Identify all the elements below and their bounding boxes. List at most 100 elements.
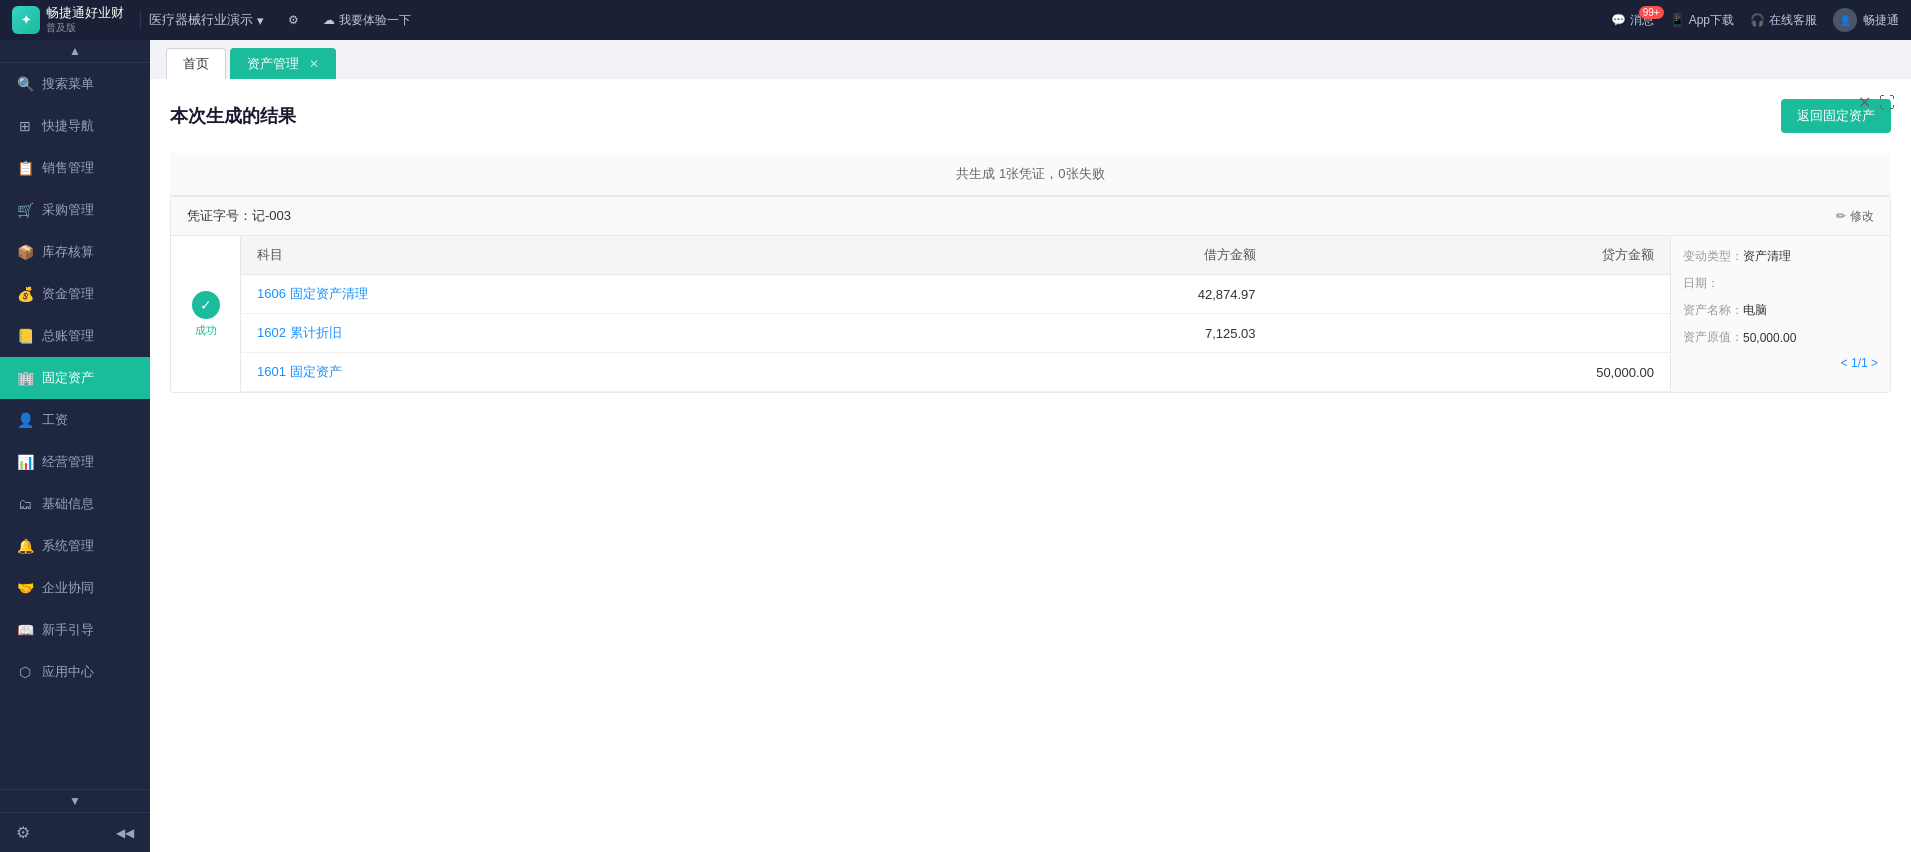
app-download-label: App下载 (1689, 12, 1734, 29)
sidebar-item-finance[interactable]: 💰 资金管理 (0, 273, 150, 315)
asset-name-label: 资产名称： (1683, 302, 1743, 319)
app-download-action[interactable]: 📱 App下载 (1670, 12, 1734, 29)
sidebar-item-business[interactable]: 📊 经营管理 (0, 441, 150, 483)
tab-home[interactable]: 首页 (166, 48, 226, 79)
pagination-next-icon[interactable]: > (1871, 356, 1878, 370)
online-service-action[interactable]: 🎧 在线客服 (1750, 12, 1817, 29)
avatar: 👤 (1833, 8, 1857, 32)
sidebar-item-label: 库存核算 (42, 243, 94, 261)
expand-panel-btn[interactable]: ⛶ (1879, 95, 1895, 111)
sidebar-item-system[interactable]: 🔔 系统管理 (0, 525, 150, 567)
edit-voucher-button[interactable]: ✏ 修改 (1836, 208, 1874, 225)
message-action[interactable]: 💬 消息 99+ (1611, 12, 1654, 29)
tab-close-icon[interactable]: ✕ (309, 57, 319, 71)
credit-cell-1606 (1272, 275, 1670, 314)
sidebar-item-purchase[interactable]: 🛒 采购管理 (0, 189, 150, 231)
subject-link-1606[interactable]: 1606 固定资产清理 (257, 286, 368, 301)
asset-value-row: 资产原值： 50,000.00 (1683, 329, 1878, 346)
app-center-icon: ⬡ (16, 664, 34, 680)
sidebar-item-quick-nav[interactable]: ⊞ 快捷导航 (0, 105, 150, 147)
date-row: 日期： (1683, 275, 1878, 292)
summary-text: 共生成 1张凭证，0张失败 (956, 166, 1104, 181)
tab-asset-mgmt[interactable]: 资产管理 ✕ (230, 48, 336, 79)
success-indicator: ✓ 成功 (192, 291, 220, 338)
sidebar-item-label: 系统管理 (42, 537, 94, 555)
side-info-panel: 变动类型： 资产清理 日期： 资产名称： 电脑 资产原值： (1670, 236, 1890, 392)
sidebar-item-label: 工资 (42, 411, 68, 429)
brand-icon: ✦ (12, 6, 40, 34)
user-info[interactable]: 👤 畅捷通 (1833, 8, 1899, 32)
col-debit: 借方金额 (873, 236, 1271, 275)
sidebar-item-label: 基础信息 (42, 495, 94, 513)
basic-info-icon: 🗂 (16, 496, 34, 512)
username: 畅捷通 (1863, 12, 1899, 29)
message-badge: 99+ (1639, 6, 1664, 19)
home-icon: ⊞ (16, 118, 34, 134)
scroll-down-icon[interactable]: ▼ (69, 794, 81, 808)
sidebar-item-payroll[interactable]: 👤 工资 (0, 399, 150, 441)
date-label: 日期： (1683, 275, 1743, 292)
table-with-icon: ✓ 成功 科目 借方金额 贷方金额 (171, 236, 1670, 392)
credit-cell-1601: 50,000.00 (1272, 353, 1670, 392)
experience-btn[interactable]: ☁ 我要体验一下 (315, 8, 419, 33)
credit-cell-1602 (1272, 314, 1670, 353)
sidebar-item-app-center[interactable]: ⬡ 应用中心 (0, 651, 150, 693)
tab-home-label: 首页 (183, 56, 209, 71)
settings-footer-icon[interactable]: ⚙ (16, 823, 30, 842)
status-icon-col: ✓ 成功 (171, 236, 241, 392)
header-left: ✦ 畅捷通好业财 普及版 医疗器械行业演示 ▾ ⚙ ☁ 我要体验一下 (12, 5, 419, 35)
subject-link-1601[interactable]: 1601 固定资产 (257, 364, 342, 379)
purchase-icon: 🛒 (16, 202, 34, 218)
debit-cell-1601 (873, 353, 1271, 392)
collapse-sidebar-btn[interactable]: ◀◀ (116, 826, 134, 840)
top-header: ✦ 畅捷通好业财 普及版 医疗器械行业演示 ▾ ⚙ ☁ 我要体验一下 💬 消息 … (0, 0, 1911, 40)
main-layout: ▲ 🔍 搜索菜单 ⊞ 快捷导航 📋 销售管理 🛒 采购管理 📦 库存核算 (0, 40, 1911, 852)
inventory-icon: 📦 (16, 244, 34, 260)
asset-value-label: 资产原值： (1683, 329, 1743, 346)
page-header: 本次生成的结果 返回固定资产 (170, 99, 1891, 133)
change-type-label: 变动类型： (1683, 248, 1743, 265)
side-pagination[interactable]: < 1/1 > (1683, 356, 1878, 370)
brand-logo: ✦ 畅捷通好业财 普及版 (12, 5, 124, 35)
sidebar-item-label: 固定资产 (42, 369, 94, 387)
sidebar-item-sales[interactable]: 📋 销售管理 (0, 147, 150, 189)
table-main: 科目 借方金额 贷方金额 1606 固定资产清理 42,874.97 (241, 236, 1670, 392)
edit-icon: ✏ (1836, 209, 1846, 223)
search-icon: 🔍 (16, 76, 34, 92)
sidebar-item-guide[interactable]: 📖 新手引导 (0, 609, 150, 651)
debit-cell-1602: 7,125.03 (873, 314, 1271, 353)
summary-bar: 共生成 1张凭证，0张失败 (170, 153, 1891, 196)
close-panel-btn[interactable]: ✕ (1858, 95, 1871, 111)
sidebar-item-label: 采购管理 (42, 201, 94, 219)
sidebar-item-ledger[interactable]: 📒 总账管理 (0, 315, 150, 357)
sidebar-item-basic-info[interactable]: 🗂 基础信息 (0, 483, 150, 525)
sidebar-item-label: 经营管理 (42, 453, 94, 471)
settings-icon: ⚙ (288, 13, 299, 27)
sidebar-item-label: 总账管理 (42, 327, 94, 345)
scroll-up-icon[interactable]: ▲ (69, 44, 81, 58)
change-type-value: 资产清理 (1743, 248, 1791, 265)
settings-btn[interactable]: ⚙ (280, 9, 307, 31)
panel-controls: ✕ ⛶ (1858, 95, 1895, 111)
edit-label: 修改 (1850, 208, 1874, 225)
sales-icon: 📋 (16, 160, 34, 176)
subject-link-1602[interactable]: 1602 累计折旧 (257, 325, 342, 340)
cooperation-icon: 🤝 (16, 580, 34, 596)
sidebar-item-inventory[interactable]: 📦 库存核算 (0, 231, 150, 273)
company-selector[interactable]: 医疗器械行业演示 ▾ (140, 11, 272, 29)
sidebar-item-cooperation[interactable]: 🤝 企业协同 (0, 567, 150, 609)
sidebar-footer: ⚙ ◀◀ (0, 812, 150, 852)
guide-icon: 📖 (16, 622, 34, 638)
payroll-icon: 👤 (16, 412, 34, 428)
sidebar-item-label: 搜索菜单 (42, 75, 94, 93)
company-name: 医疗器械行业演示 (149, 11, 253, 29)
asset-name-row: 资产名称： 电脑 (1683, 302, 1878, 319)
sidebar-item-search[interactable]: 🔍 搜索菜单 (0, 63, 150, 105)
sidebar-item-label: 销售管理 (42, 159, 94, 177)
voucher-header: 凭证字号：记-003 ✏ 修改 (171, 197, 1890, 236)
online-service-label: 在线客服 (1769, 12, 1817, 29)
asset-name-value: 电脑 (1743, 302, 1767, 319)
finance-icon: 💰 (16, 286, 34, 302)
pagination-prev-icon[interactable]: < (1841, 356, 1848, 370)
sidebar-item-fixed-assets[interactable]: 🏢 固定资产 (0, 357, 150, 399)
